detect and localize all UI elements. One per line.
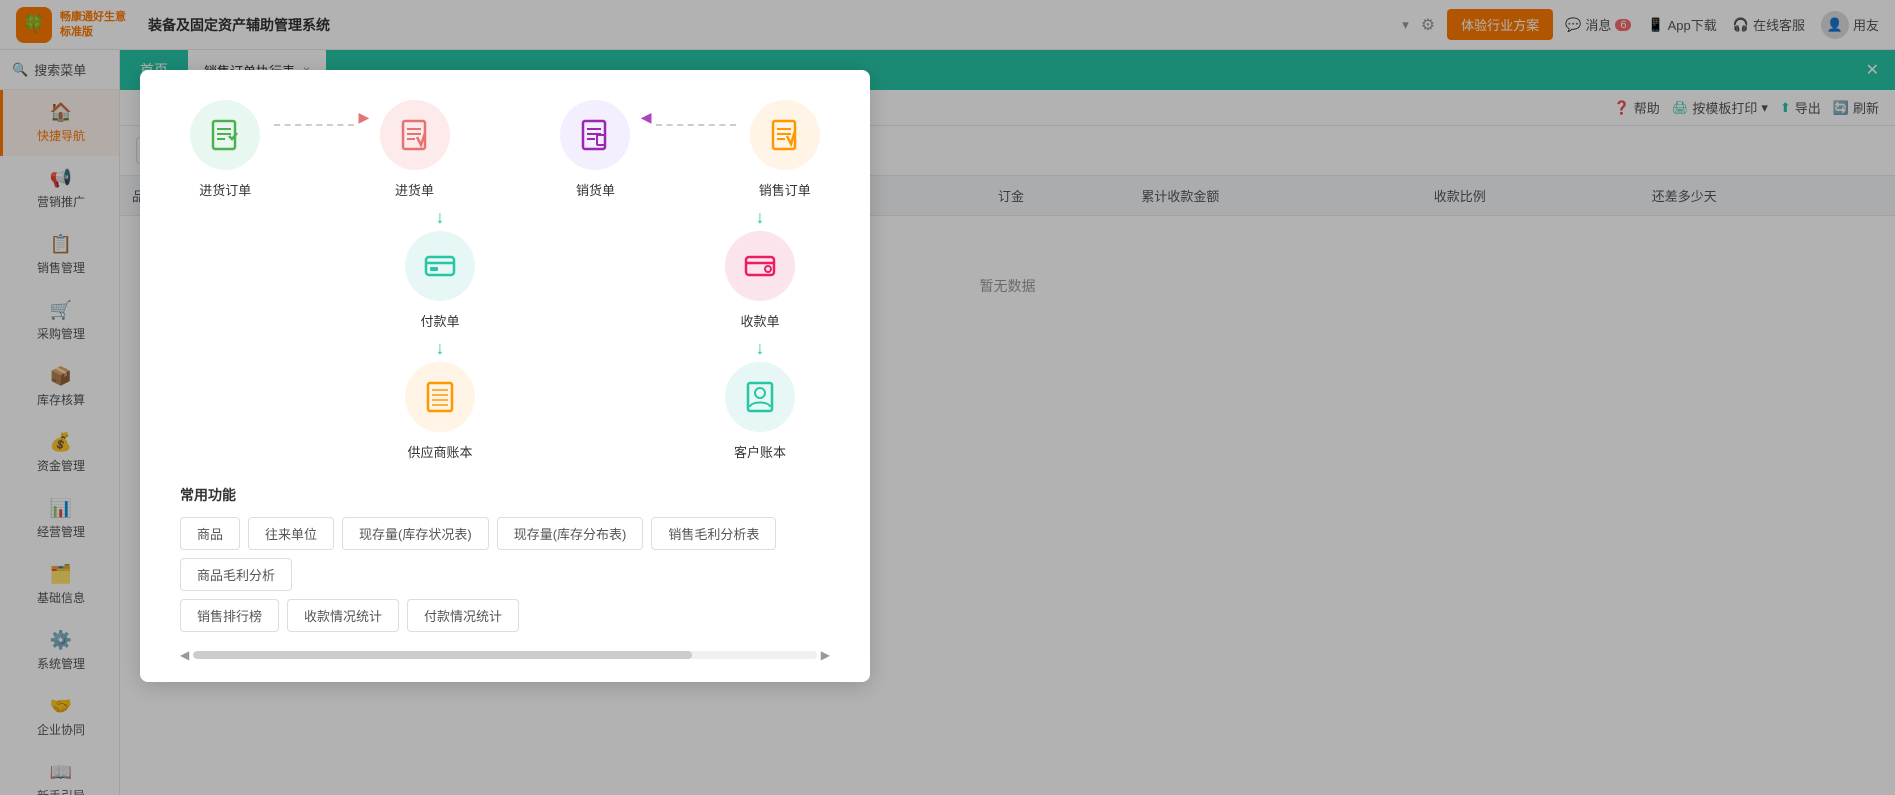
common-functions: 常用功能 商品 往来单位 现存量(库存状况表) 现存量(库存分布表) 销售毛利分… — [180, 485, 830, 632]
customer-ledger-label: 客户账本 — [734, 442, 786, 461]
dashed-line-1 — [274, 124, 354, 126]
flow-second-area: ↓ 付款单 ↓ 供应商账本 — [180, 203, 830, 461]
func-btn-sales-rank[interactable]: 销售排行榜 — [180, 599, 279, 632]
flow-node-customer-ledger[interactable]: 客户账本 — [700, 362, 820, 461]
purchase-order-circle — [190, 100, 260, 170]
arrow-down-supplier: ↓ — [436, 334, 445, 362]
flow-node-sales-order[interactable]: 销售订单 — [740, 100, 830, 199]
scroll-left-arrow[interactable]: ◀ — [180, 648, 189, 662]
function-buttons: 商品 往来单位 现存量(库存状况表) 现存量(库存分布表) 销售毛利分析表 商品… — [180, 517, 830, 591]
receipt-circle — [725, 231, 795, 301]
func-btn-sales-profit[interactable]: 销售毛利分析表 — [651, 517, 776, 550]
func-btn-product[interactable]: 商品 — [180, 517, 240, 550]
func-btn-inventory-status[interactable]: 现存量(库存状况表) — [342, 517, 489, 550]
flow-node-purchase-order[interactable]: 进货订单 — [180, 100, 270, 199]
receipt-bill-label: 收款单 — [740, 311, 779, 330]
payment-circle — [405, 231, 475, 301]
sales-bill-label: 销货单 — [576, 180, 615, 199]
func-btn-payment-stats[interactable]: 付款情况统计 — [407, 599, 519, 632]
common-functions-title: 常用功能 — [180, 485, 830, 505]
scroll-right-arrow[interactable]: ▶ — [821, 648, 830, 662]
sales-order-circle — [750, 100, 820, 170]
flow-col-payment: ↓ 付款单 ↓ 供应商账本 — [380, 203, 500, 461]
flow-node-purchase-bill[interactable]: 进货单 — [369, 100, 459, 199]
arrow-purchase-to-bill: ▶ — [270, 109, 369, 190]
func-btn-inventory-dist[interactable]: 现存量(库存分布表) — [497, 517, 644, 550]
arrow-right-1: ▶ — [358, 109, 369, 126]
arrow-down-receipt: ↓ — [756, 203, 765, 231]
flow-col-receipt: ↓ 收款单 ↓ 客户账本 — [700, 203, 820, 461]
sales-order-label: 销售订单 — [759, 180, 811, 199]
scrollbar-thumb — [193, 651, 692, 659]
arrow-down-customer: ↓ — [756, 334, 765, 362]
flow-node-receipt[interactable]: 收款单 — [700, 231, 820, 330]
func-btn-receipt-stats[interactable]: 收款情况统计 — [287, 599, 399, 632]
customer-ledger-circle — [725, 362, 795, 432]
arrow-down-payment: ↓ — [436, 203, 445, 231]
quick-nav-modal: 进货订单 ▶ 进货单 销货单 — [140, 70, 870, 682]
arrow-left-1: ◀ — [641, 109, 652, 126]
func-btn-contacts[interactable]: 往来单位 — [248, 517, 334, 550]
payment-bill-label: 付款单 — [420, 311, 459, 330]
flow-node-supplier-ledger[interactable]: 供应商账本 — [380, 362, 500, 461]
arrow-sales-order-to-bill: ◀ — [641, 109, 740, 190]
purchase-bill-circle — [380, 100, 450, 170]
purchase-order-label: 进货订单 — [199, 180, 251, 199]
dashed-line-2 — [656, 124, 736, 126]
supplier-ledger-circle — [405, 362, 475, 432]
flow-top-row: 进货订单 ▶ 进货单 销货单 — [180, 100, 830, 199]
sales-bill-circle — [560, 100, 630, 170]
flow-node-sales-bill[interactable]: 销货单 — [550, 100, 640, 199]
scrollbar-track[interactable] — [193, 651, 817, 659]
supplier-ledger-label: 供应商账本 — [407, 442, 472, 461]
flow-node-payment[interactable]: 付款单 — [380, 231, 500, 330]
purchase-bill-label: 进货单 — [395, 180, 434, 199]
modal-scrollbar: ◀ ▶ — [180, 648, 830, 662]
func-btn-product-profit[interactable]: 商品毛利分析 — [180, 558, 292, 591]
flow-diagram: 进货订单 ▶ 进货单 销货单 — [180, 100, 830, 461]
function-buttons-row2: 销售排行榜 收款情况统计 付款情况统计 — [180, 599, 830, 632]
